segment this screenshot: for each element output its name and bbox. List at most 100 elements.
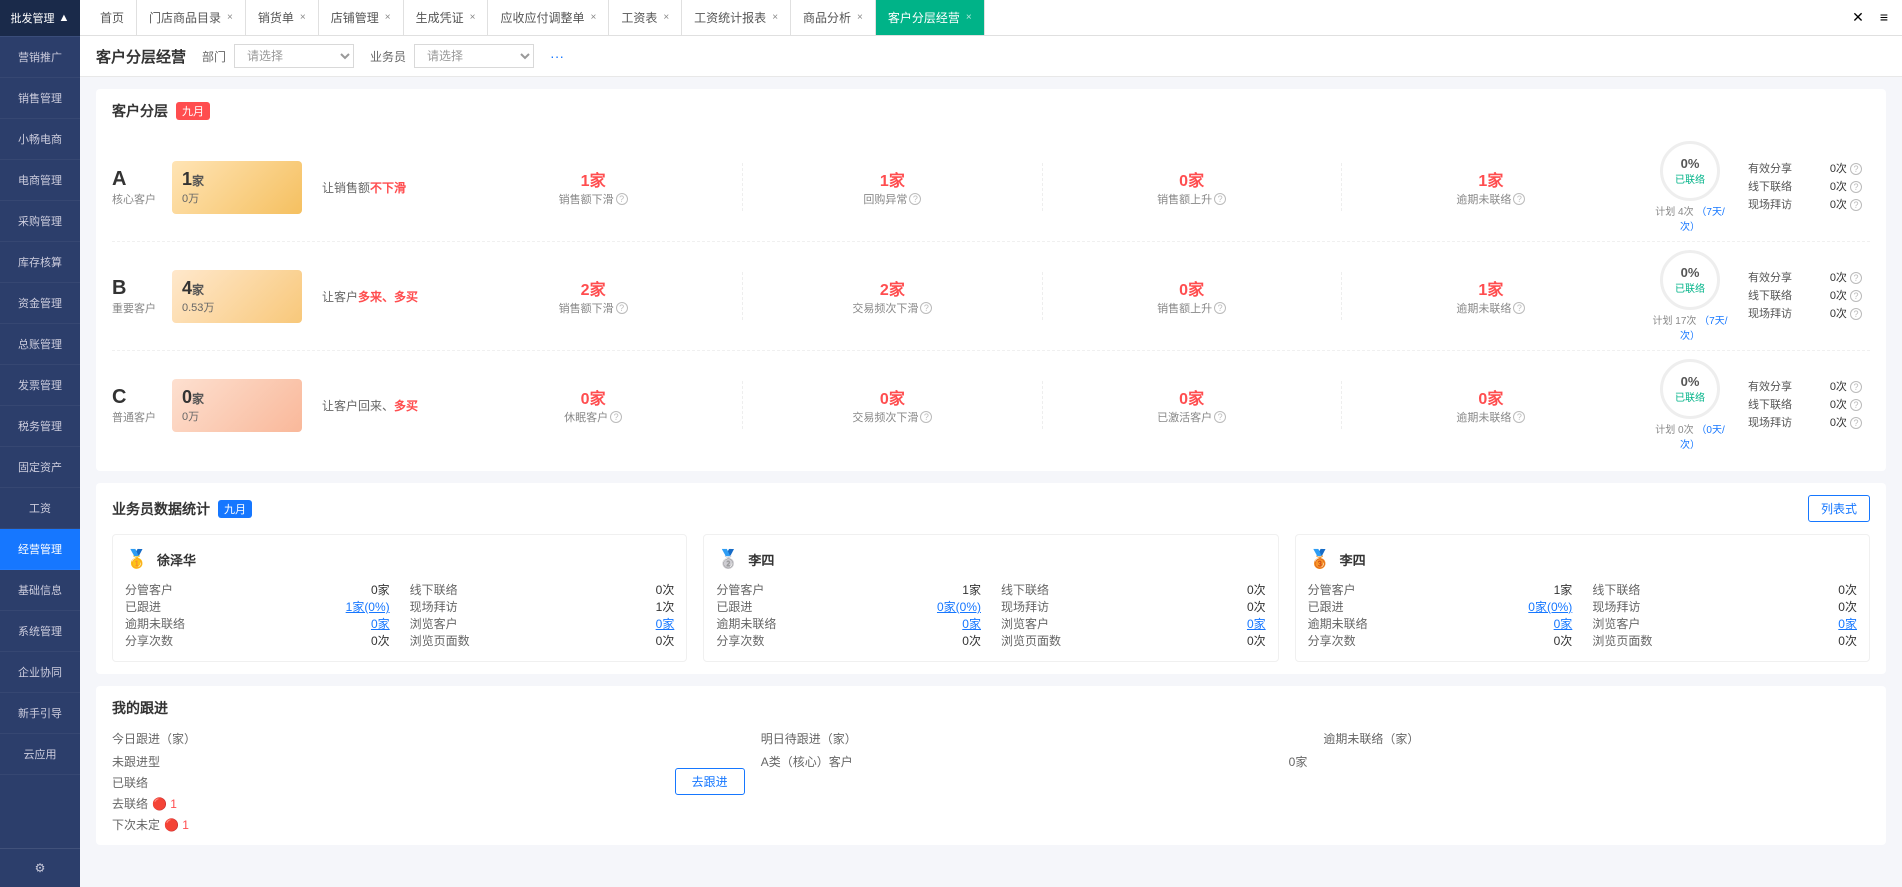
tab-close-工资统计报表[interactable]: × — [772, 12, 778, 23]
info-icon[interactable]: ? — [616, 302, 628, 314]
biz-stat-val[interactable]: 0家 — [656, 615, 675, 632]
dept-select[interactable]: 请选择 — [234, 44, 354, 68]
biz-stat-val[interactable]: 0家(0%) — [937, 598, 981, 615]
tab-more[interactable]: ≡ — [1874, 9, 1894, 26]
tier-stat-item[interactable]: 2家销售额下滑 ? — [444, 272, 743, 320]
sidebar-item-总账管理[interactable]: 总账管理 — [0, 324, 80, 365]
sidebar-item-电商管理[interactable]: 电商管理 — [0, 160, 80, 201]
biz-stat-row: 浏览客户0家 — [1001, 615, 1266, 632]
info-icon[interactable]: ? — [616, 193, 628, 205]
page-title: 客户分层经营 — [96, 46, 186, 67]
tab-close-商品分析[interactable]: × — [857, 12, 863, 23]
sidebar-item-企业协同[interactable]: 企业协同 — [0, 652, 80, 693]
tier-count-block-A[interactable]: 1家0万 — [172, 161, 302, 214]
sidebar-item-工资[interactable]: 工资 — [0, 488, 80, 529]
info-icon[interactable]: ? — [920, 302, 932, 314]
info-icon[interactable]: ? — [610, 411, 622, 423]
contact-label: 已联络 — [1675, 171, 1705, 186]
info-icon[interactable]: ? — [1513, 302, 1525, 314]
side-info-icon[interactable]: ? — [1850, 163, 1862, 175]
sidebar-item-采购管理[interactable]: 采购管理 — [0, 201, 80, 242]
tab-客户分层经营[interactable]: 客户分层经营× — [876, 0, 985, 36]
info-icon[interactable]: ? — [1214, 193, 1226, 205]
info-icon[interactable]: ? — [1214, 302, 1226, 314]
contact-plan-link[interactable]: （7天/次） — [1680, 316, 1728, 342]
tab-首页[interactable]: 首页 — [88, 0, 137, 36]
side-info-icon[interactable]: ? — [1850, 381, 1862, 393]
sidebar-item-库存核算[interactable]: 库存核算 — [0, 242, 80, 283]
tier-stat-item[interactable]: 0家已激活客户 ? — [1043, 381, 1342, 429]
biz-stat-val[interactable]: 0家 — [1247, 615, 1266, 632]
tier-stat-item[interactable]: 0家休眠客户 ? — [444, 381, 743, 429]
tier-count-block-B[interactable]: 4家0.53万 — [172, 270, 302, 323]
tab-商品分析[interactable]: 商品分析× — [791, 0, 876, 36]
contact-plan-link[interactable]: （0天/次） — [1680, 425, 1725, 451]
tab-销货单[interactable]: 销货单× — [246, 0, 319, 36]
sidebar-item-营销推广[interactable]: 营销推广 — [0, 37, 80, 78]
tab-close-店铺管理[interactable]: × — [385, 12, 391, 23]
tab-close-生成凭证[interactable]: × — [470, 12, 476, 23]
tab-close-客户分层经营[interactable]: × — [966, 12, 972, 23]
sidebar-item-基础信息[interactable]: 基础信息 — [0, 570, 80, 611]
info-icon[interactable]: ? — [1513, 411, 1525, 423]
tab-生成凭证[interactable]: 生成凭证× — [404, 0, 489, 36]
staff-select[interactable]: 请选择 — [414, 44, 534, 68]
tier-stat-item[interactable]: 0家逾期未联络 ? — [1342, 381, 1640, 429]
sidebar-item-新手引导[interactable]: 新手引导 — [0, 693, 80, 734]
info-icon[interactable]: ? — [1513, 193, 1525, 205]
tier-stat-item[interactable]: 1家回购异常 ? — [743, 163, 1042, 211]
sidebar-header[interactable]: 批发管理 ▲ — [0, 0, 80, 37]
side-info-icon[interactable]: ? — [1850, 308, 1862, 320]
info-icon[interactable]: ? — [909, 193, 921, 205]
tier-count-block-C[interactable]: 0家0万 — [172, 379, 302, 432]
sidebar-item-发票管理[interactable]: 发票管理 — [0, 365, 80, 406]
tab-工资统计报表[interactable]: 工资统计报表× — [682, 0, 791, 36]
tier-stat-item[interactable]: 2家交易频次下滑 ? — [743, 272, 1042, 320]
biz-stat-row: 逾期未联络0家 — [1308, 615, 1573, 632]
biz-stat-val[interactable]: 0家 — [371, 615, 390, 632]
tier-stat-item[interactable]: 0家销售额上升 ? — [1043, 163, 1342, 211]
side-info-icon[interactable]: ? — [1850, 199, 1862, 211]
contact-plan-link[interactable]: （7天/次） — [1680, 207, 1725, 233]
side-info-icon[interactable]: ? — [1850, 290, 1862, 302]
sidebar-item-税务管理[interactable]: 税务管理 — [0, 406, 80, 447]
tier-stat-num: 1家 — [751, 167, 1033, 191]
side-info-icon[interactable]: ? — [1850, 417, 1862, 429]
biz-stat-val[interactable]: 0家(0%) — [1528, 598, 1572, 615]
biz-stat-val[interactable]: 1家(0%) — [346, 598, 390, 615]
tier-stat-item[interactable]: 0家销售额上升 ? — [1043, 272, 1342, 320]
sidebar-settings[interactable]: ⚙ — [0, 848, 80, 887]
list-view-button[interactable]: 列表式 — [1808, 495, 1870, 522]
info-icon[interactable]: ? — [1214, 411, 1226, 423]
tab-close-工资表[interactable]: × — [663, 12, 669, 23]
info-icon[interactable]: ? — [920, 411, 932, 423]
go-follow-button[interactable]: 去跟进 — [675, 768, 745, 795]
sidebar-item-云应用[interactable]: 云应用 — [0, 734, 80, 775]
tier-stat-item[interactable]: 1家销售额下滑 ? — [444, 163, 743, 211]
tab-应收应付调整单[interactable]: 应收应付调整单× — [488, 0, 609, 36]
tab-工资表[interactable]: 工资表× — [609, 0, 682, 36]
tab-close-all[interactable]: ✕ — [1846, 9, 1870, 26]
biz-stat-val[interactable]: 0家 — [962, 615, 981, 632]
biz-stat-val[interactable]: 0家 — [1838, 615, 1857, 632]
tab-门店商品目录[interactable]: 门店商品目录× — [137, 0, 246, 36]
more-filters-btn[interactable]: ··· — [550, 48, 564, 64]
tab-close-销货单[interactable]: × — [300, 12, 306, 23]
sidebar-item-销售管理[interactable]: 销售管理 — [0, 78, 80, 119]
tier-stat-item[interactable]: 1家逾期未联络 ? — [1342, 272, 1640, 320]
side-info-icon[interactable]: ? — [1850, 272, 1862, 284]
side-info-icon[interactable]: ? — [1850, 399, 1862, 411]
tier-stat-item[interactable]: 1家逾期未联络 ? — [1342, 163, 1640, 211]
sidebar-item-资金管理[interactable]: 资金管理 — [0, 283, 80, 324]
biz-stat-val[interactable]: 0家 — [1554, 615, 1573, 632]
side-info-icon[interactable]: ? — [1850, 181, 1862, 193]
sidebar-item-小畅电商[interactable]: 小畅电商 — [0, 119, 80, 160]
tier-stat-item[interactable]: 0家交易频次下滑 ? — [743, 381, 1042, 429]
tab-close-应收应付调整单[interactable]: × — [590, 12, 596, 23]
sidebar-item-固定资产[interactable]: 固定资产 — [0, 447, 80, 488]
tab-close-门店商品目录[interactable]: × — [227, 12, 233, 23]
tab-店铺管理[interactable]: 店铺管理× — [319, 0, 404, 36]
sidebar-item-系统管理[interactable]: 系统管理 — [0, 611, 80, 652]
content: 客户分层 九月 A核心客户1家0万让销售额不下滑1家销售额下滑 ?1家回购异常 … — [80, 77, 1902, 887]
sidebar-item-经营管理[interactable]: 经营管理 — [0, 529, 80, 570]
